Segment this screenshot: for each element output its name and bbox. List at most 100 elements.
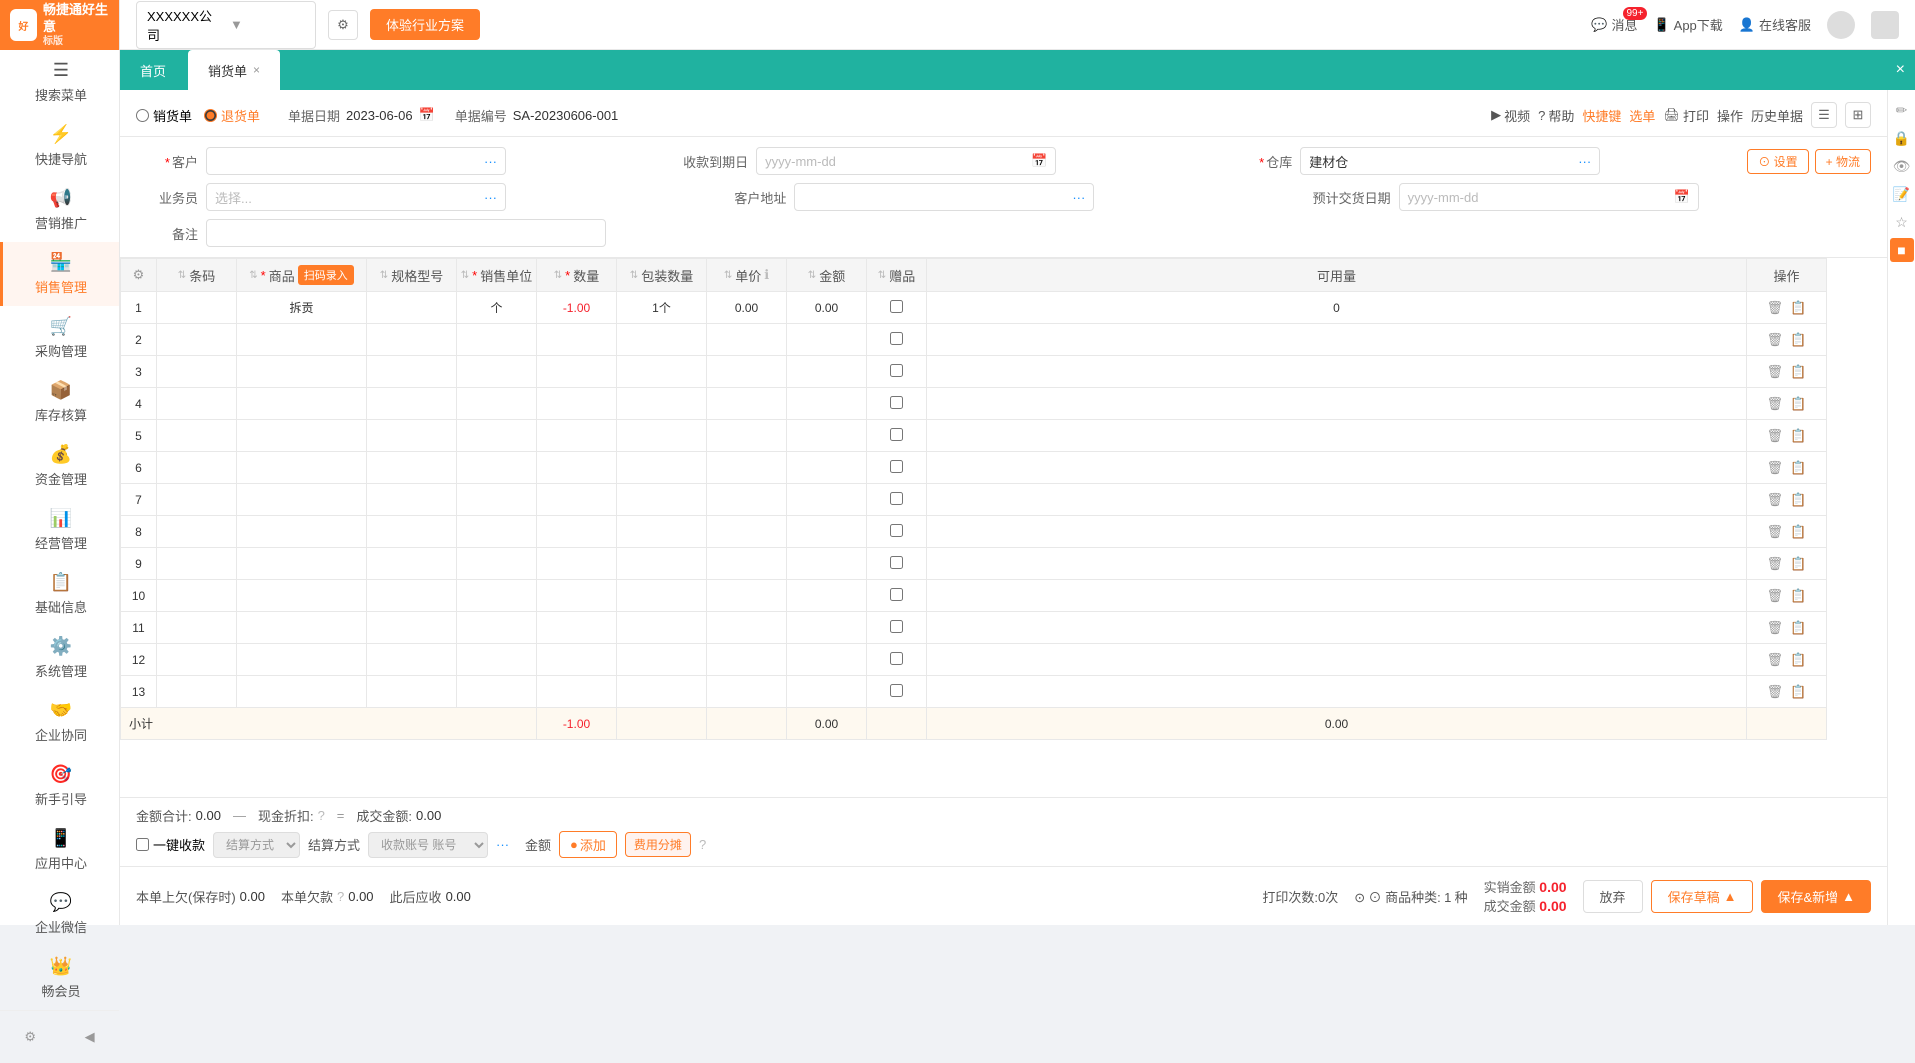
copy-icon[interactable]: 📋 xyxy=(1790,428,1806,443)
gift-checkbox[interactable] xyxy=(890,396,903,409)
fee-btn[interactable]: 费用分摊 xyxy=(625,832,691,857)
delete-icon[interactable]: 🗑 xyxy=(1766,300,1783,315)
online-service-btn[interactable]: 👤 在线客服 xyxy=(1739,15,1811,34)
gift-checkbox[interactable] xyxy=(890,460,903,473)
video-link[interactable]: ▶ 视频 xyxy=(1491,106,1530,125)
row-unit-price[interactable] xyxy=(707,420,787,452)
row-spec[interactable] xyxy=(367,388,457,420)
row-spec[interactable] xyxy=(367,356,457,388)
account-select[interactable]: 收款账号 账号 xyxy=(368,832,488,858)
row-gift[interactable] xyxy=(867,676,927,708)
select-link[interactable]: 选单 xyxy=(1629,106,1655,125)
receive-calendar-icon[interactable]: 📅 xyxy=(1031,153,1047,169)
copy-icon[interactable]: 📋 xyxy=(1790,332,1806,347)
calendar-icon[interactable]: 📅 xyxy=(419,107,435,123)
row-unit-price[interactable] xyxy=(707,644,787,676)
row-unit[interactable] xyxy=(457,452,537,484)
row-qty[interactable] xyxy=(537,644,617,676)
row-gift[interactable] xyxy=(867,612,927,644)
expected-date-input[interactable]: yyyy-mm-dd 📅 xyxy=(1399,183,1699,211)
row-gift[interactable] xyxy=(867,548,927,580)
row-gift[interactable] xyxy=(867,388,927,420)
row-barcode[interactable] xyxy=(157,644,237,676)
copy-icon[interactable]: 📋 xyxy=(1790,396,1806,411)
row-product[interactable] xyxy=(237,324,367,356)
one-click-checkbox[interactable] xyxy=(136,838,149,851)
row-gift[interactable] xyxy=(867,324,927,356)
row-gift[interactable] xyxy=(867,484,927,516)
print-link[interactable]: 🖨 打印 xyxy=(1663,106,1709,125)
help-link[interactable]: ? 帮助 xyxy=(1538,106,1574,125)
row-barcode[interactable] xyxy=(157,516,237,548)
right-panel-star-icon[interactable]: ☆ xyxy=(1890,210,1914,234)
row-qty[interactable] xyxy=(537,324,617,356)
row-qty[interactable] xyxy=(537,548,617,580)
copy-icon[interactable]: 📋 xyxy=(1790,460,1806,475)
row-barcode[interactable] xyxy=(157,484,237,516)
row-product[interactable] xyxy=(237,644,367,676)
row-unit[interactable] xyxy=(457,644,537,676)
row-pack-qty[interactable] xyxy=(617,484,707,516)
company-settings-btn[interactable]: ⚙ xyxy=(328,10,358,40)
operation-link[interactable]: 操作 xyxy=(1717,106,1743,125)
close-all-btn[interactable]: × xyxy=(1896,61,1905,79)
warehouse-input[interactable]: 建材仓 ··· xyxy=(1300,147,1600,175)
message-btn[interactable]: 💬 消息 99+ xyxy=(1591,15,1637,34)
copy-icon[interactable]: 📋 xyxy=(1790,588,1806,603)
delete-icon[interactable]: 🗑 xyxy=(1766,460,1783,475)
row-unit[interactable] xyxy=(457,484,537,516)
row-amount[interactable] xyxy=(787,644,867,676)
copy-icon[interactable]: 📋 xyxy=(1790,300,1806,315)
row-barcode[interactable] xyxy=(157,452,237,484)
copy-icon[interactable]: 📋 xyxy=(1790,652,1806,667)
row-barcode[interactable] xyxy=(157,612,237,644)
row-amount[interactable]: 0.00 xyxy=(787,292,867,324)
gift-checkbox[interactable] xyxy=(890,652,903,665)
row-barcode[interactable] xyxy=(157,388,237,420)
row-gift[interactable] xyxy=(867,356,927,388)
receive-date-input[interactable]: yyyy-mm-dd 📅 xyxy=(756,147,1056,175)
row-barcode[interactable] xyxy=(157,548,237,580)
row-pack-qty[interactable] xyxy=(617,356,707,388)
row-qty[interactable] xyxy=(537,356,617,388)
delete-icon[interactable]: 🗑 xyxy=(1766,492,1783,507)
row-pack-qty[interactable] xyxy=(617,420,707,452)
delete-icon[interactable]: 🗑 xyxy=(1766,364,1783,379)
delete-icon[interactable]: 🗑 xyxy=(1766,396,1783,411)
row-spec[interactable] xyxy=(367,420,457,452)
row-pack-qty[interactable] xyxy=(617,548,707,580)
row-amount[interactable] xyxy=(787,420,867,452)
row-pack-qty[interactable] xyxy=(617,324,707,356)
row-unit-price[interactable] xyxy=(707,452,787,484)
sidebar-item-quick-nav[interactable]: ⚡ 快捷导航 xyxy=(0,114,119,178)
gift-checkbox[interactable] xyxy=(890,300,903,313)
salesperson-input[interactable]: 选择... ··· xyxy=(206,183,506,211)
sidebar-settings-btn[interactable]: ⚙ xyxy=(18,1023,42,1051)
right-panel-edit-icon[interactable]: ✏ xyxy=(1890,98,1914,122)
row-qty[interactable] xyxy=(537,388,617,420)
row-gift[interactable] xyxy=(867,644,927,676)
row-gift[interactable] xyxy=(867,420,927,452)
scan-btn[interactable]: 扫码录入 xyxy=(298,265,354,285)
discard-btn[interactable]: 放弃 xyxy=(1583,880,1643,913)
row-pack-qty[interactable] xyxy=(617,676,707,708)
row-amount[interactable] xyxy=(787,516,867,548)
delete-icon[interactable]: 🗑 xyxy=(1766,428,1783,443)
sidebar-item-sales[interactable]: 🏪 销售管理 xyxy=(0,242,119,306)
row-product[interactable] xyxy=(237,420,367,452)
row-qty[interactable] xyxy=(537,580,617,612)
gift-checkbox[interactable] xyxy=(890,620,903,633)
row-unit[interactable] xyxy=(457,676,537,708)
sidebar-item-purchase[interactable]: 🛒 采购管理 xyxy=(0,306,119,370)
row-amount[interactable] xyxy=(787,324,867,356)
save-draft-btn[interactable]: 保存草稿 ▲ xyxy=(1651,880,1754,913)
right-panel-eye-icon[interactable]: 👁 xyxy=(1890,154,1914,178)
history-link[interactable]: 历史单据 xyxy=(1751,106,1803,125)
row-spec[interactable] xyxy=(367,324,457,356)
row-pack-qty[interactable] xyxy=(617,580,707,612)
row-barcode[interactable] xyxy=(157,676,237,708)
user-avatar[interactable] xyxy=(1827,11,1855,39)
row-product[interactable] xyxy=(237,356,367,388)
row-barcode[interactable] xyxy=(157,324,237,356)
copy-icon[interactable]: 📋 xyxy=(1790,620,1806,635)
